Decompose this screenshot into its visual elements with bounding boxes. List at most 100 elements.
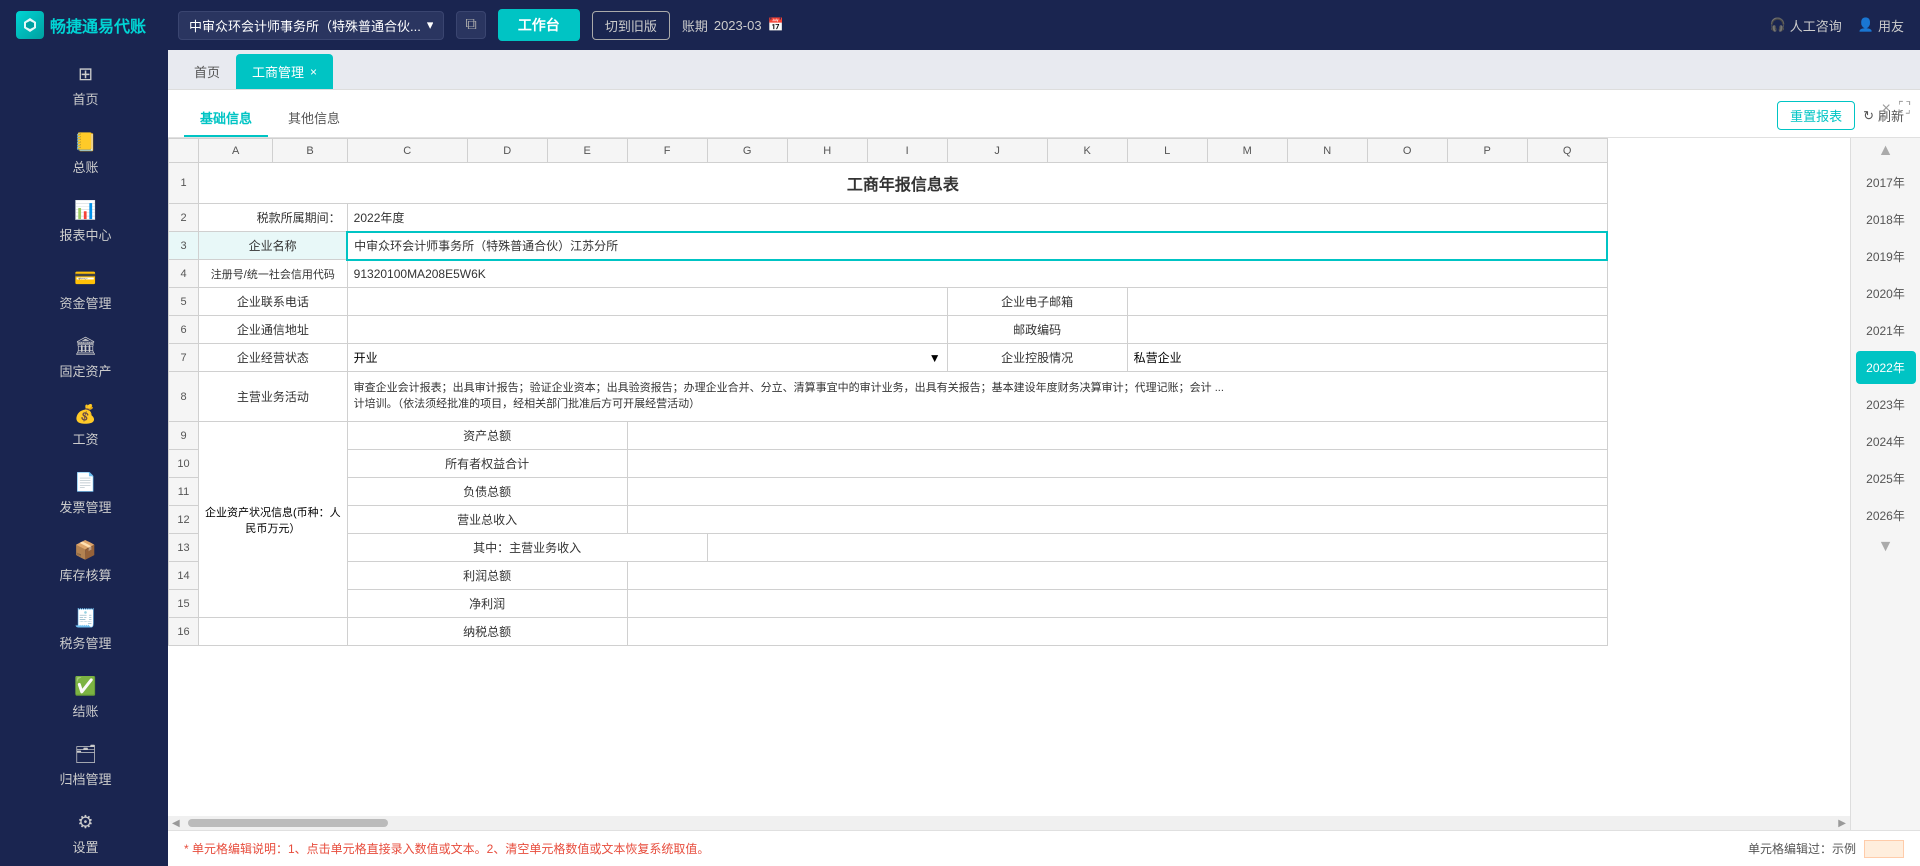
year-item-2017[interactable]: 2017年 [1856,166,1916,199]
value-company[interactable]: 中审众环会计师事务所（特殊普通合伙）江苏分所 [347,232,1607,260]
year-item-2018[interactable]: 2018年 [1856,203,1916,236]
window-expand-button[interactable]: ⛶ [1899,100,1910,118]
value-period[interactable]: 2022年度 [347,204,1607,232]
year-item-2022[interactable]: 2022年 [1856,351,1916,384]
year-item-2020[interactable]: 2020年 [1856,277,1916,310]
spreadsheet[interactable]: A B C D E F G H I J [168,138,1850,816]
sidebar-item-archive[interactable]: 🗂 归档管理 [0,730,168,798]
sidebar-label-payroll: 工资 [72,429,98,448]
value-assets-total[interactable] [627,422,1607,450]
sidebar-item-invoice[interactable]: 📄 发票管理 [0,458,168,526]
value-liabilities[interactable] [627,478,1607,506]
sidebar-item-tax[interactable]: 🧾 税务管理 [0,594,168,662]
value-holding[interactable]: 私营企业 [1127,344,1607,372]
archive-icon: 🗂 [74,744,97,765]
tab-close-icon[interactable]: × [310,65,317,79]
label-liabilities: 负债总额 [347,478,627,506]
value-main-revenue[interactable] [707,534,1607,562]
row-num-12: 12 [169,506,199,534]
sidebar-item-assets[interactable]: 🏛 固定资产 [0,322,168,390]
sidebar-item-closing[interactable]: ✅ 结账 [0,662,168,730]
dropdown-arrow-icon: ▾ [427,17,434,33]
scroll-left-icon[interactable]: ◀ [168,818,184,829]
period-label: 账期 [682,16,708,35]
year-item-2026[interactable]: 2026年 [1856,499,1916,532]
sidebar-label-closing: 结账 [72,701,98,720]
tab-home[interactable]: 首页 [178,54,236,89]
workbench-button[interactable]: 工作台 [498,9,580,41]
sub-tab-other[interactable]: 其他信息 [272,100,356,137]
table-row: 3 企业名称 中审众环会计师事务所（特殊普通合伙）江苏分所 [169,232,1608,260]
title-cell[interactable]: 工商年报信息表 [199,163,1608,204]
row-num-8: 8 [169,372,199,422]
value-postcode[interactable] [1127,316,1607,344]
value-phone[interactable] [347,288,947,316]
tax-icon: 🧾 [74,608,96,629]
table-row: 12 营业总收入 [169,506,1608,534]
table-row: 10 所有者权益合计 [169,450,1608,478]
scroll-track[interactable] [184,819,1835,827]
invoice-icon: 📄 [74,472,96,493]
col-header-n: N [1287,139,1367,163]
consult-button[interactable]: 🎧 人工咨询 [1770,16,1842,35]
sidebar-item-reports[interactable]: 📊 报表中心 [0,186,168,254]
year-item-2025[interactable]: 2025年 [1856,462,1916,495]
label-postcode: 邮政编码 [947,316,1127,344]
year-item-2019[interactable]: 2019年 [1856,240,1916,273]
year-item-2021[interactable]: 2021年 [1856,314,1916,347]
sidebar-label-finance: 资金管理 [59,293,111,312]
window-close-button[interactable]: × [1881,100,1890,118]
row-num-13: 13 [169,534,199,562]
calendar-icon[interactable]: 📅 [768,17,784,33]
year-up-button[interactable]: ▲ [1874,138,1898,164]
value-reg-code[interactable]: 91320100MA208E5W6K [347,260,1607,288]
period-value: 2023-03 [714,18,762,33]
table-row: 7 企业经营状态 开业 ▼ 企业控股情况 私 [169,344,1608,372]
year-down-button[interactable]: ▼ [1874,534,1898,560]
value-main-biz[interactable]: 审查企业会计报表；出具审计报告；验证企业资本；出具验资报告；办理企业合并、分立、… [347,372,1607,422]
label-phone: 企业联系电话 [199,288,348,316]
value-net-profit[interactable] [627,590,1607,618]
row-num-2: 2 [169,204,199,232]
label-address: 企业通信地址 [199,316,348,344]
table-row: 15 净利润 [169,590,1608,618]
value-email[interactable] [1127,288,1607,316]
value-profit-total[interactable] [627,562,1607,590]
year-item-2023[interactable]: 2023年 [1856,388,1916,421]
scroll-right-icon[interactable]: ▶ [1834,818,1850,829]
company-selector[interactable]: 中审众环会计师事务所（特殊普通合伙... ▾ [178,11,444,40]
row-num-15: 15 [169,590,199,618]
value-tax-total[interactable] [627,618,1607,646]
sidebar-item-ledger[interactable]: 📒 总账 [0,118,168,186]
col-header-l: L [1127,139,1207,163]
year-item-2024[interactable]: 2024年 [1856,425,1916,458]
sidebar-item-payroll[interactable]: 💰 工资 [0,390,168,458]
table-row: 8 主营业务活动 审查企业会计报表；出具审计报告；验证企业资本；出具验资报告；办… [169,372,1608,422]
sidebar-item-home[interactable]: ⊞ 首页 [0,50,168,118]
col-header-h: H [787,139,867,163]
copy-button[interactable]: ⧉ [456,11,485,39]
sub-tab-basic[interactable]: 基础信息 [184,100,268,137]
horizontal-scrollbar[interactable]: ◀ ▶ [168,816,1850,830]
value-equity[interactable] [627,450,1607,478]
row-num-14: 14 [169,562,199,590]
user-button[interactable]: 👤 用友 [1858,16,1904,35]
switch-version-button[interactable]: 切到旧版 [592,11,670,40]
col-header-a: A [199,139,273,163]
sidebar-item-inventory[interactable]: 📦 库存核算 [0,526,168,594]
reset-report-button[interactable]: 重置报表 [1777,101,1855,130]
row-num-1: 1 [169,163,199,204]
value-address[interactable] [347,316,947,344]
tab-business[interactable]: 工商管理 × [236,54,333,89]
scroll-thumb[interactable] [188,819,388,827]
sidebar-item-settings[interactable]: ⚙ 设置 [0,798,168,866]
label-holding: 企业控股情况 [947,344,1127,372]
value-revenue[interactable] [627,506,1607,534]
reports-icon: 📊 [74,200,96,221]
col-header-b: B [273,139,347,163]
sidebar-item-finance[interactable]: 💳 资金管理 [0,254,168,322]
value-biz-status[interactable]: 开业 ▼ [347,344,947,372]
table-row: 11 负债总额 [169,478,1608,506]
table-row: 6 企业通信地址 邮政编码 [169,316,1608,344]
sidebar-label-tax: 税务管理 [59,633,111,652]
